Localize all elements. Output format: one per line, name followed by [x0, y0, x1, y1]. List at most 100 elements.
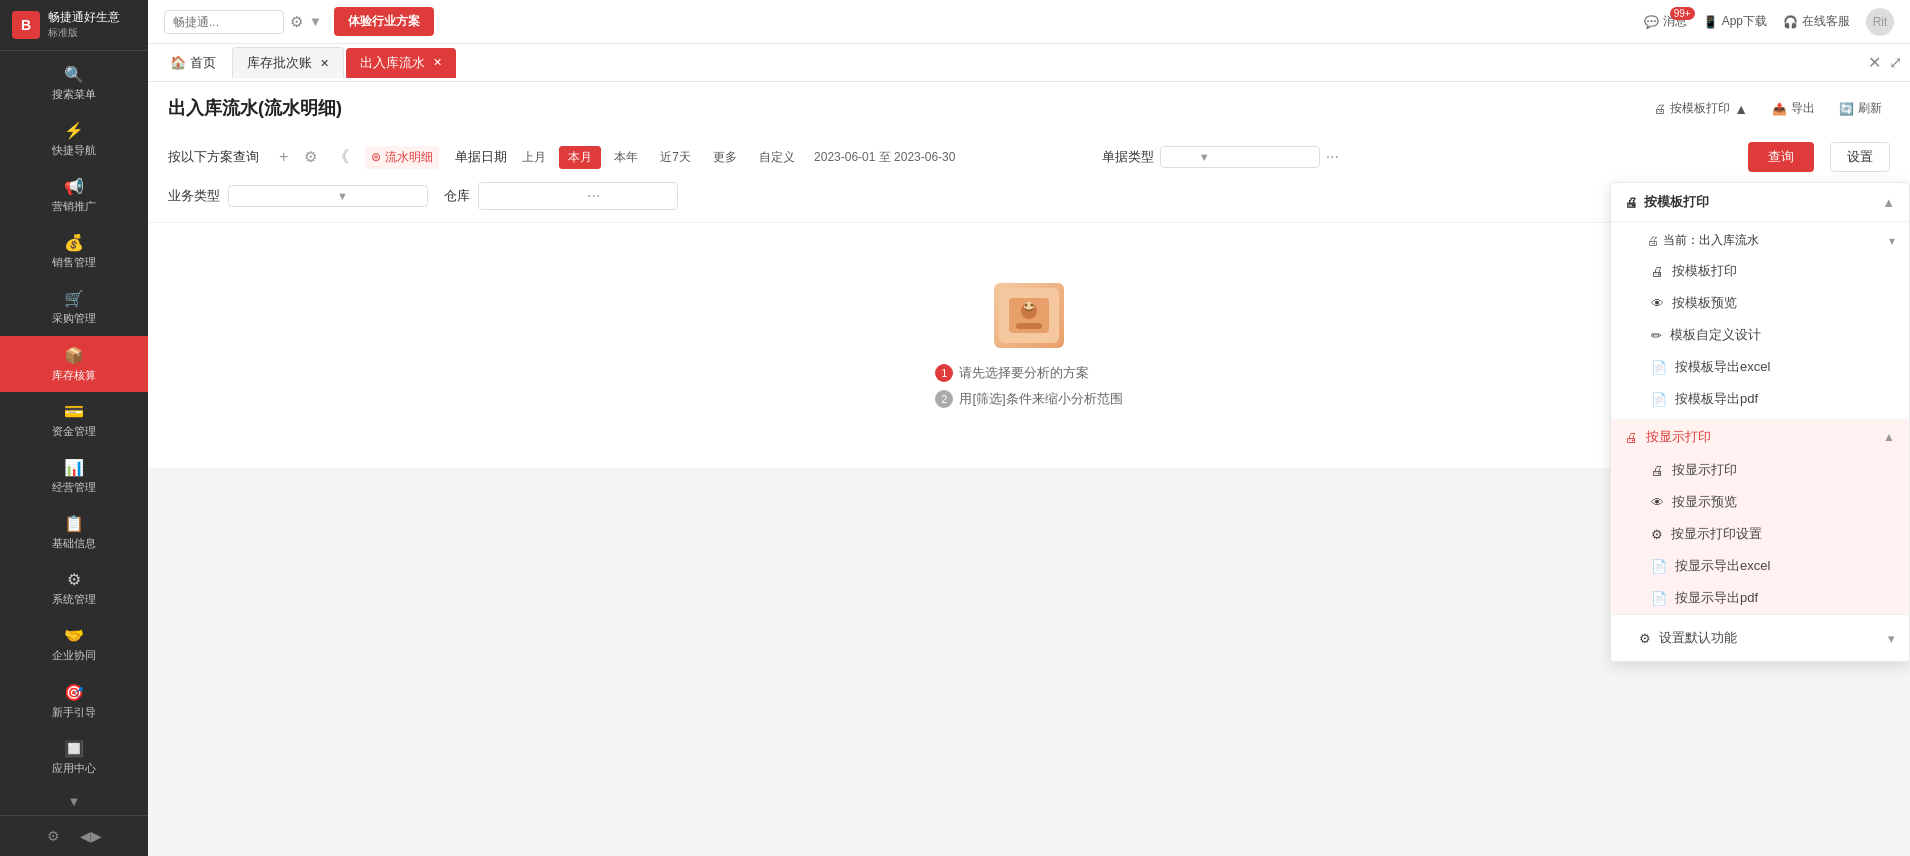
- dropdown-display-settings[interactable]: ⚙ 按显示打印设置: [1611, 518, 1909, 550]
- tip-2-number: 2: [935, 390, 953, 408]
- business-type-select[interactable]: ▼: [228, 185, 428, 207]
- tab-home-label: 首页: [190, 54, 216, 72]
- template-print-icon: 🖨: [1651, 264, 1664, 279]
- dropdown-template-export-pdf[interactable]: 📄 按模板导出pdf: [1611, 383, 1909, 415]
- sidebar-item-search[interactable]: 🔍 搜索菜单: [0, 55, 148, 111]
- sidebar-item-quick-nav[interactable]: ⚡ 快捷导航: [0, 111, 148, 167]
- business-type-arrow: ▼: [337, 190, 348, 202]
- doc-type-select[interactable]: ▼: [1160, 146, 1320, 168]
- dropdown-arrow[interactable]: ▼: [309, 14, 322, 29]
- empty-tips: 1 请先选择要分析的方案 2 用[筛选]条件来缩小分析范围: [935, 364, 1122, 408]
- sidebar-item-guide[interactable]: 🎯 新手引导: [0, 673, 148, 729]
- search-input[interactable]: [164, 10, 284, 34]
- tab-inventory-flow[interactable]: 出入库流水 ✕: [346, 48, 456, 78]
- display-section-expand-icon[interactable]: ▲: [1883, 430, 1895, 444]
- message-button[interactable]: 💬 消息 99+: [1644, 13, 1687, 30]
- sidebar: B 畅捷通好生意 标准版 🔍 搜索菜单 ⚡ 快捷导航 📢 营销推广 💰 销: [0, 0, 148, 856]
- filter-tag[interactable]: ⊛ 流水明细: [365, 146, 439, 169]
- tabbar-right-actions: ✕ ⤢: [1868, 53, 1902, 72]
- warehouse-more-icon[interactable]: ···: [587, 187, 600, 205]
- refresh-button[interactable]: 🔄 刷新: [1831, 96, 1890, 121]
- date-btn-this-year[interactable]: 本年: [605, 146, 647, 169]
- settings-icon[interactable]: ⚙: [290, 13, 303, 31]
- tab-expand-button[interactable]: ⤢: [1889, 53, 1902, 72]
- dropdown-template-print[interactable]: 🖨 按模板打印: [1611, 255, 1909, 287]
- doc-type-more-icon[interactable]: ···: [1326, 148, 1339, 166]
- filter-settings-icon[interactable]: ⚙: [304, 148, 317, 166]
- app-download-button[interactable]: 📱 App下载: [1703, 13, 1767, 30]
- tab-batch-account[interactable]: 库存批次账 ✕: [232, 47, 344, 78]
- sidebar-item-operations[interactable]: 📊 经营管理: [0, 448, 148, 504]
- doc-type-label: 单据类型: [1102, 148, 1154, 166]
- empty-image: [994, 283, 1064, 348]
- dropdown-title: 🖨 按模板打印: [1625, 193, 1709, 211]
- settings-button[interactable]: 设置: [1830, 142, 1890, 172]
- warehouse-filter: 仓库 ···: [444, 182, 678, 210]
- sidebar-item-inventory[interactable]: 📦 库存核算: [0, 336, 148, 392]
- display-settings-label: 按显示打印设置: [1671, 525, 1762, 543]
- dropdown-display-export-excel[interactable]: 📄 按显示导出excel: [1611, 550, 1909, 582]
- sidebar-item-label: 搜索菜单: [52, 88, 96, 101]
- warehouse-select[interactable]: ···: [478, 182, 678, 210]
- query-button[interactable]: 查询: [1748, 142, 1814, 172]
- tab-batch-account-close[interactable]: ✕: [320, 57, 329, 70]
- app-center-icon: 🔲: [64, 739, 84, 758]
- sidebar-collapse-button[interactable]: ◀▶: [72, 824, 110, 848]
- tab-close-all-button[interactable]: ✕: [1868, 53, 1881, 72]
- current-template-arrow[interactable]: ▾: [1889, 234, 1895, 248]
- dropdown-template-preview[interactable]: 👁 按模板预览: [1611, 287, 1909, 319]
- sidebar-item-purchase[interactable]: 🛒 采购管理: [0, 279, 148, 335]
- sidebar-item-app-center[interactable]: 🔲 应用中心: [0, 729, 148, 785]
- dropdown-display-export-pdf[interactable]: 📄 按显示导出pdf: [1611, 582, 1909, 614]
- dropdown-display-preview[interactable]: 👁 按显示预览: [1611, 486, 1909, 518]
- sidebar-item-system[interactable]: ⚙ 系统管理: [0, 560, 148, 616]
- date-btn-this-month[interactable]: 本月: [559, 146, 601, 169]
- sidebar-settings-button[interactable]: ⚙: [39, 824, 68, 848]
- sidebar-item-cooperation[interactable]: 🤝 企业协同: [0, 616, 148, 672]
- dropdown-set-default-button[interactable]: ⚙ 设置默认功能 ▾: [1625, 623, 1895, 653]
- user-avatar[interactable]: Rit: [1866, 8, 1894, 36]
- main-area: ⚙ ▼ 体验行业方案 💬 消息 99+ 📱 App下载 🎧 在线客服: [148, 0, 1910, 856]
- dropdown-display-print[interactable]: 🖨 按显示打印: [1611, 454, 1909, 486]
- sidebar-item-sales[interactable]: 💰 销售管理: [0, 223, 148, 279]
- date-btn-7days[interactable]: 近7天: [651, 146, 700, 169]
- dropdown-close-icon[interactable]: ▲: [1882, 195, 1895, 210]
- set-default-label: 设置默认功能: [1659, 629, 1737, 647]
- app-edition: 标准版: [48, 26, 120, 40]
- doc-type-arrow: ▼: [1199, 151, 1210, 163]
- tab-inventory-flow-close[interactable]: ✕: [433, 56, 442, 69]
- display-preview-label: 按显示预览: [1672, 493, 1737, 511]
- filter-tag-label: 流水明细: [385, 149, 433, 166]
- sidebar-item-marketing[interactable]: 📢 营销推广: [0, 167, 148, 223]
- display-preview-icon: 👁: [1651, 495, 1664, 510]
- print-template-button[interactable]: 🖨 按模板打印 ▲: [1646, 96, 1756, 121]
- filter-collapse-icon[interactable]: 《: [333, 147, 349, 168]
- sales-icon: 💰: [64, 233, 84, 252]
- date-btn-last-month[interactable]: 上月: [513, 146, 555, 169]
- online-service-button[interactable]: 🎧 在线客服: [1783, 13, 1850, 30]
- tab-batch-account-label: 库存批次账: [247, 54, 312, 72]
- dropdown-template-export-excel[interactable]: 📄 按模板导出excel: [1611, 351, 1909, 383]
- purchase-icon: 🛒: [64, 289, 84, 308]
- tab-home[interactable]: 🏠 首页: [156, 48, 230, 78]
- dropdown-template-custom[interactable]: ✏ 模板自定义设计: [1611, 319, 1909, 351]
- display-section-title: 按显示打印: [1646, 428, 1711, 446]
- doc-type-filter: 单据类型 ▼ ···: [1102, 146, 1732, 168]
- display-export-pdf-label: 按显示导出pdf: [1675, 589, 1758, 607]
- trial-button[interactable]: 体验行业方案: [334, 7, 434, 36]
- sidebar-item-finance[interactable]: 💳 资金管理: [0, 392, 148, 448]
- sidebar-item-label: 经营管理: [52, 481, 96, 494]
- filter-add-button[interactable]: +: [279, 148, 288, 166]
- sidebar-scroll-down[interactable]: ▼: [0, 788, 148, 815]
- date-btn-custom[interactable]: 自定义: [750, 146, 804, 169]
- print-chevron-icon[interactable]: ▲: [1734, 101, 1748, 117]
- display-export-excel-label: 按显示导出excel: [1675, 557, 1770, 575]
- date-btn-more[interactable]: 更多: [704, 146, 746, 169]
- printer-header-icon: 🖨: [1625, 195, 1638, 210]
- dropdown-display-section-header[interactable]: 🖨 按显示打印 ▲: [1611, 420, 1909, 454]
- filter-scheme-label: 按以下方案查询: [168, 148, 259, 166]
- export-button[interactable]: 📤 导出: [1764, 96, 1823, 121]
- print-dropdown-panel: 🖨 按模板打印 ▲ 🖨 当前：出入库流水 ▾ 🖨 按模板打印: [1610, 182, 1910, 662]
- sidebar-item-basic[interactable]: 📋 基础信息: [0, 504, 148, 560]
- filter-tag-icon: ⊛: [371, 150, 381, 164]
